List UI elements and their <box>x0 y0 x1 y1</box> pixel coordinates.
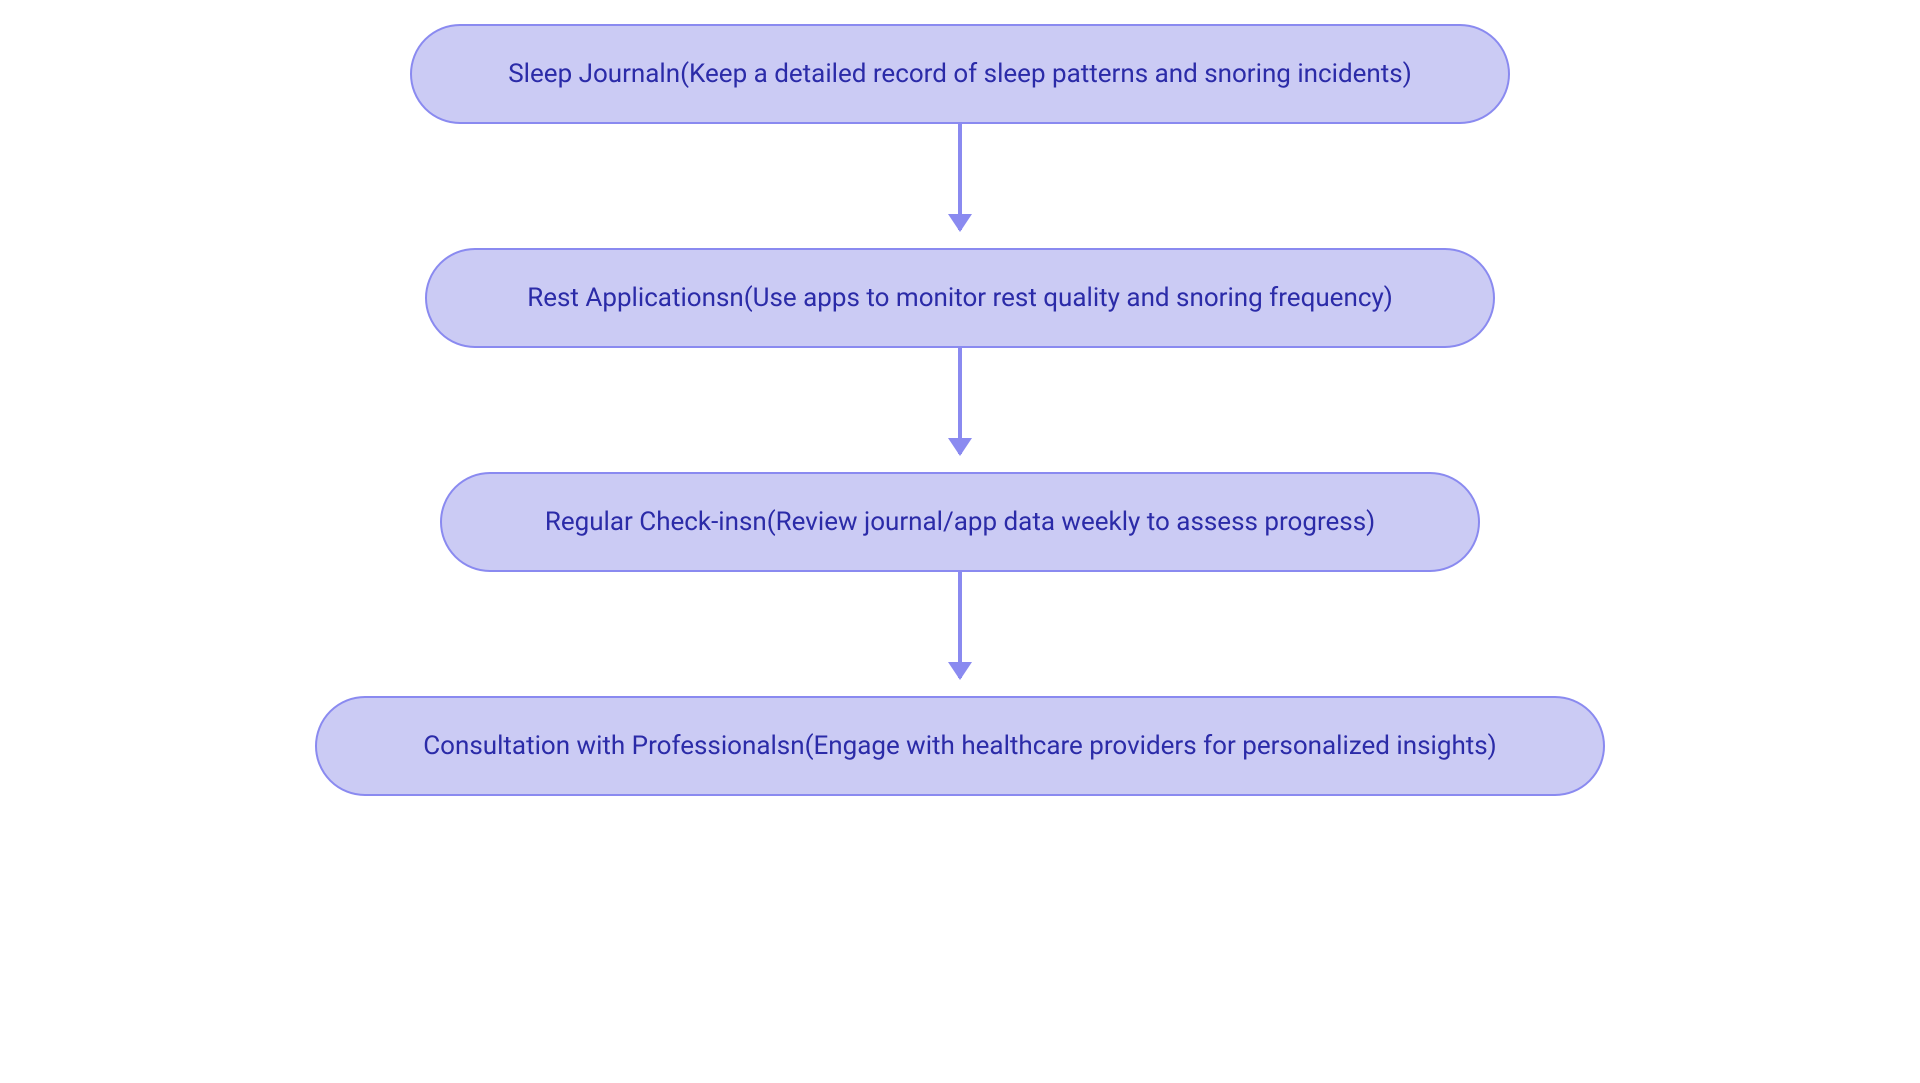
flowchart-node-sleep-journal: Sleep Journaln(Keep a detailed record of… <box>410 24 1510 124</box>
flowchart-node-rest-applications: Rest Applicationsn(Use apps to monitor r… <box>425 248 1495 348</box>
flowchart-arrow <box>958 348 962 454</box>
flowchart-arrow <box>958 572 962 678</box>
node-label: Consultation with Professionalsn(Engage … <box>423 731 1497 761</box>
flowchart-node-regular-checkins: Regular Check-insn(Review journal/app da… <box>440 472 1480 572</box>
node-label: Rest Applicationsn(Use apps to monitor r… <box>527 283 1393 313</box>
flowchart-arrow <box>958 124 962 230</box>
flowchart-container: Sleep Journaln(Keep a detailed record of… <box>0 0 1920 1083</box>
node-label: Regular Check-insn(Review journal/app da… <box>545 507 1375 537</box>
node-label: Sleep Journaln(Keep a detailed record of… <box>508 59 1412 89</box>
flowchart-node-consult-professionals: Consultation with Professionalsn(Engage … <box>315 696 1605 796</box>
